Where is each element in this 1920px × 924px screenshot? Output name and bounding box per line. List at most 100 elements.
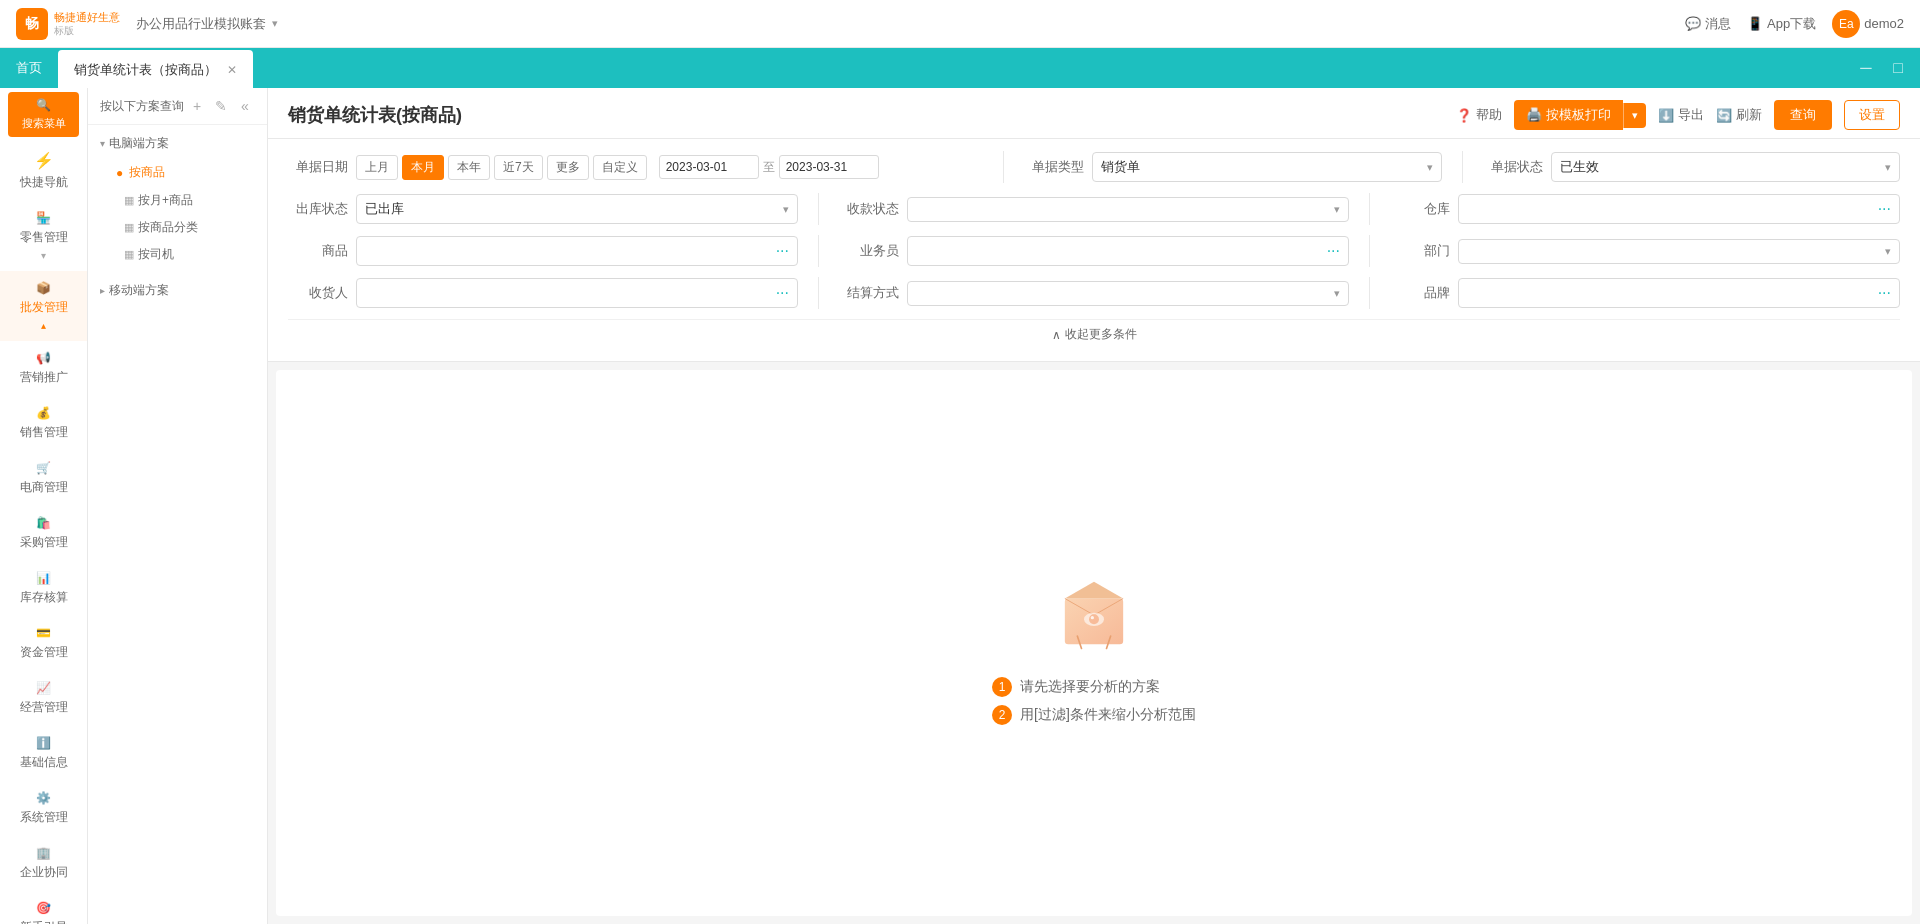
scheme-sub-icon-1: ▦ bbox=[124, 194, 134, 207]
export-button[interactable]: ⬇️ 导出 bbox=[1658, 106, 1704, 124]
query-button[interactable]: 查询 bbox=[1774, 100, 1832, 130]
search-icon: 🔍 bbox=[36, 98, 51, 112]
salesperson-picker[interactable]: ··· bbox=[907, 236, 1349, 266]
refresh-button[interactable]: 🔄 刷新 bbox=[1716, 106, 1762, 124]
doc-type-arrow-icon: ▾ bbox=[1427, 161, 1433, 174]
filter-divider-6 bbox=[1369, 235, 1370, 267]
sidebar-item-ecommerce[interactable]: 🛒 电商管理 bbox=[0, 451, 87, 506]
page-title: 销货单统计表(按商品) bbox=[288, 103, 462, 127]
filter-doc-type: 单据类型 销货单 ▾ bbox=[1024, 152, 1441, 182]
tab-bar-actions: ─ □ bbox=[1852, 54, 1920, 82]
date-tab-this-month[interactable]: 本月 bbox=[402, 155, 444, 180]
sidebar-item-enterprise[interactable]: 🏢 企业协同 bbox=[0, 836, 87, 891]
settlement-dropdown[interactable]: ▾ bbox=[907, 281, 1349, 306]
print-dropdown-button[interactable]: ▾ bbox=[1623, 103, 1646, 128]
collapse-filter-button[interactable]: ∧ 收起更多条件 bbox=[288, 319, 1900, 349]
department-dropdown[interactable]: ▾ bbox=[1458, 239, 1900, 264]
warehouse-dots-icon[interactable]: ··· bbox=[1878, 200, 1891, 218]
date-tab-more[interactable]: 更多 bbox=[547, 155, 589, 180]
sidebar-item-marketing[interactable]: 📢 营销推广 bbox=[0, 341, 87, 396]
svg-point-5 bbox=[1089, 614, 1099, 624]
pay-status-dropdown[interactable]: ▾ bbox=[907, 197, 1349, 222]
tab-bar: 首页 销货单统计表（按商品） ✕ ─ □ bbox=[0, 48, 1920, 88]
purchase-icon: 🛍️ bbox=[36, 516, 51, 530]
product-picker[interactable]: ··· bbox=[356, 236, 798, 266]
doc-status-arrow-icon: ▾ bbox=[1885, 161, 1891, 174]
svg-marker-1 bbox=[1065, 582, 1123, 599]
tab-close-icon[interactable]: ✕ bbox=[227, 63, 237, 77]
date-to-input[interactable] bbox=[779, 155, 879, 179]
date-tab-last-month[interactable]: 上月 bbox=[356, 155, 398, 180]
scheme-sub-icon-2: ▦ bbox=[124, 221, 134, 234]
empty-hint-1: 1 请先选择要分析的方案 bbox=[992, 677, 1196, 697]
date-from-input[interactable] bbox=[659, 155, 759, 179]
wholesale-icon: 📦 bbox=[36, 281, 51, 295]
tab-sales-report[interactable]: 销货单统计表（按商品） ✕ bbox=[58, 50, 253, 90]
empty-hint-2: 2 用[过滤]条件来缩小分析范围 bbox=[992, 705, 1196, 725]
sidebar-item-purchase[interactable]: 🛍️ 采购管理 bbox=[0, 506, 87, 561]
message-icon: 💬 bbox=[1685, 16, 1701, 31]
sidebar-item-system[interactable]: ⚙️ 系统管理 bbox=[0, 781, 87, 836]
receiver-dots-icon[interactable]: ··· bbox=[776, 284, 789, 302]
filter-row-1: 单据日期 上月 本月 本年 近7天 更多 自定义 至 bbox=[288, 151, 1900, 183]
user-menu[interactable]: Ea demo2 bbox=[1832, 10, 1904, 38]
add-scheme-button[interactable]: + bbox=[187, 96, 207, 116]
date-range-control: 上月 本月 本年 近7天 更多 自定义 至 bbox=[356, 155, 983, 180]
receiver-picker[interactable]: ··· bbox=[356, 278, 798, 308]
sidebar-item-wholesale[interactable]: 📦 批发管理 ▴ bbox=[0, 271, 87, 341]
sidebar-item-sales[interactable]: 💰 销售管理 bbox=[0, 396, 87, 451]
salesperson-label: 业务员 bbox=[839, 242, 899, 260]
salesperson-dots-icon[interactable]: ··· bbox=[1327, 242, 1340, 260]
pay-status-label: 收款状态 bbox=[839, 200, 899, 218]
scheme-group-arrow-icon: ▾ bbox=[100, 138, 105, 149]
settings-button[interactable]: 设置 bbox=[1844, 100, 1900, 130]
sidebar-item-operation[interactable]: 📈 经营管理 bbox=[0, 671, 87, 726]
scheme-item-by-month-product[interactable]: ▦ 按月+商品 bbox=[88, 187, 267, 214]
tab-maximize-button[interactable]: □ bbox=[1884, 54, 1912, 82]
tab-home[interactable]: 首页 bbox=[0, 48, 58, 88]
filter-warehouse: 仓库 ··· bbox=[1390, 194, 1900, 224]
sidebar-item-finance[interactable]: 💳 资金管理 bbox=[0, 616, 87, 671]
doc-status-dropdown[interactable]: 已生效 ▾ bbox=[1551, 152, 1900, 182]
scheme-item-by-product[interactable]: ● 按商品 bbox=[88, 158, 267, 187]
help-icon: ❓ bbox=[1456, 108, 1472, 123]
empty-hints: 1 请先选择要分析的方案 2 用[过滤]条件来缩小分析范围 bbox=[992, 677, 1196, 725]
scheme-item-by-category[interactable]: ▦ 按商品分类 bbox=[88, 214, 267, 241]
sidebar-item-basic[interactable]: ℹ️ 基础信息 bbox=[0, 726, 87, 781]
scheme-item-by-cashier[interactable]: ▦ 按司机 bbox=[88, 241, 267, 268]
sidebar-item-quick-nav[interactable]: ⚡ 快捷导航 bbox=[0, 141, 87, 201]
warehouse-label: 仓库 bbox=[1390, 200, 1450, 218]
doc-type-dropdown[interactable]: 销货单 ▾ bbox=[1092, 152, 1441, 182]
header-right: 💬 消息 📱 App下载 Ea demo2 bbox=[1685, 10, 1904, 38]
out-status-label: 出库状态 bbox=[288, 200, 348, 218]
out-status-dropdown[interactable]: 已出库 ▾ bbox=[356, 194, 798, 224]
print-button[interactable]: 🖨️ 按模板打印 bbox=[1514, 100, 1623, 130]
date-tab-custom[interactable]: 自定义 bbox=[593, 155, 647, 180]
edit-scheme-button[interactable]: ✎ bbox=[211, 96, 231, 116]
date-tab-this-year[interactable]: 本年 bbox=[448, 155, 490, 180]
sidebar-item-inventory[interactable]: 📊 库存核算 bbox=[0, 561, 87, 616]
sidebar-item-newbie[interactable]: 🎯 新手引导 bbox=[0, 891, 87, 924]
breadcrumb-arrow-icon: ▾ bbox=[272, 17, 278, 30]
department-arrow-icon: ▾ bbox=[1885, 245, 1891, 258]
app-download-button[interactable]: 📱 App下载 bbox=[1747, 15, 1816, 33]
scheme-group-mobile-header[interactable]: ▸ 移动端方案 bbox=[88, 276, 267, 305]
warehouse-picker[interactable]: ··· bbox=[1458, 194, 1900, 224]
brand-picker[interactable]: ··· bbox=[1458, 278, 1900, 308]
sidebar-item-retail[interactable]: 🏪 零售管理 ▾ bbox=[0, 201, 87, 271]
message-button[interactable]: 💬 消息 bbox=[1685, 15, 1731, 33]
tab-minimize-button[interactable]: ─ bbox=[1852, 54, 1880, 82]
date-tab-7days[interactable]: 近7天 bbox=[494, 155, 543, 180]
collapse-panel-button[interactable]: « bbox=[235, 96, 255, 116]
help-button[interactable]: ❓ 帮助 bbox=[1456, 106, 1502, 124]
filter-settlement: 结算方式 ▾ bbox=[839, 281, 1349, 306]
brand-dots-icon[interactable]: ··· bbox=[1878, 284, 1891, 302]
scheme-group-pc-header[interactable]: ▾ 电脑端方案 bbox=[88, 129, 267, 158]
product-dots-icon[interactable]: ··· bbox=[776, 242, 789, 260]
system-icon: ⚙️ bbox=[36, 791, 51, 805]
quick-nav-icon: ⚡ bbox=[34, 151, 54, 170]
doc-type-label: 单据类型 bbox=[1024, 158, 1084, 176]
sidebar-search[interactable]: 🔍 搜索菜单 bbox=[8, 92, 79, 137]
filter-doc-status: 单据状态 已生效 ▾ bbox=[1483, 152, 1900, 182]
export-icon: ⬇️ bbox=[1658, 108, 1674, 123]
